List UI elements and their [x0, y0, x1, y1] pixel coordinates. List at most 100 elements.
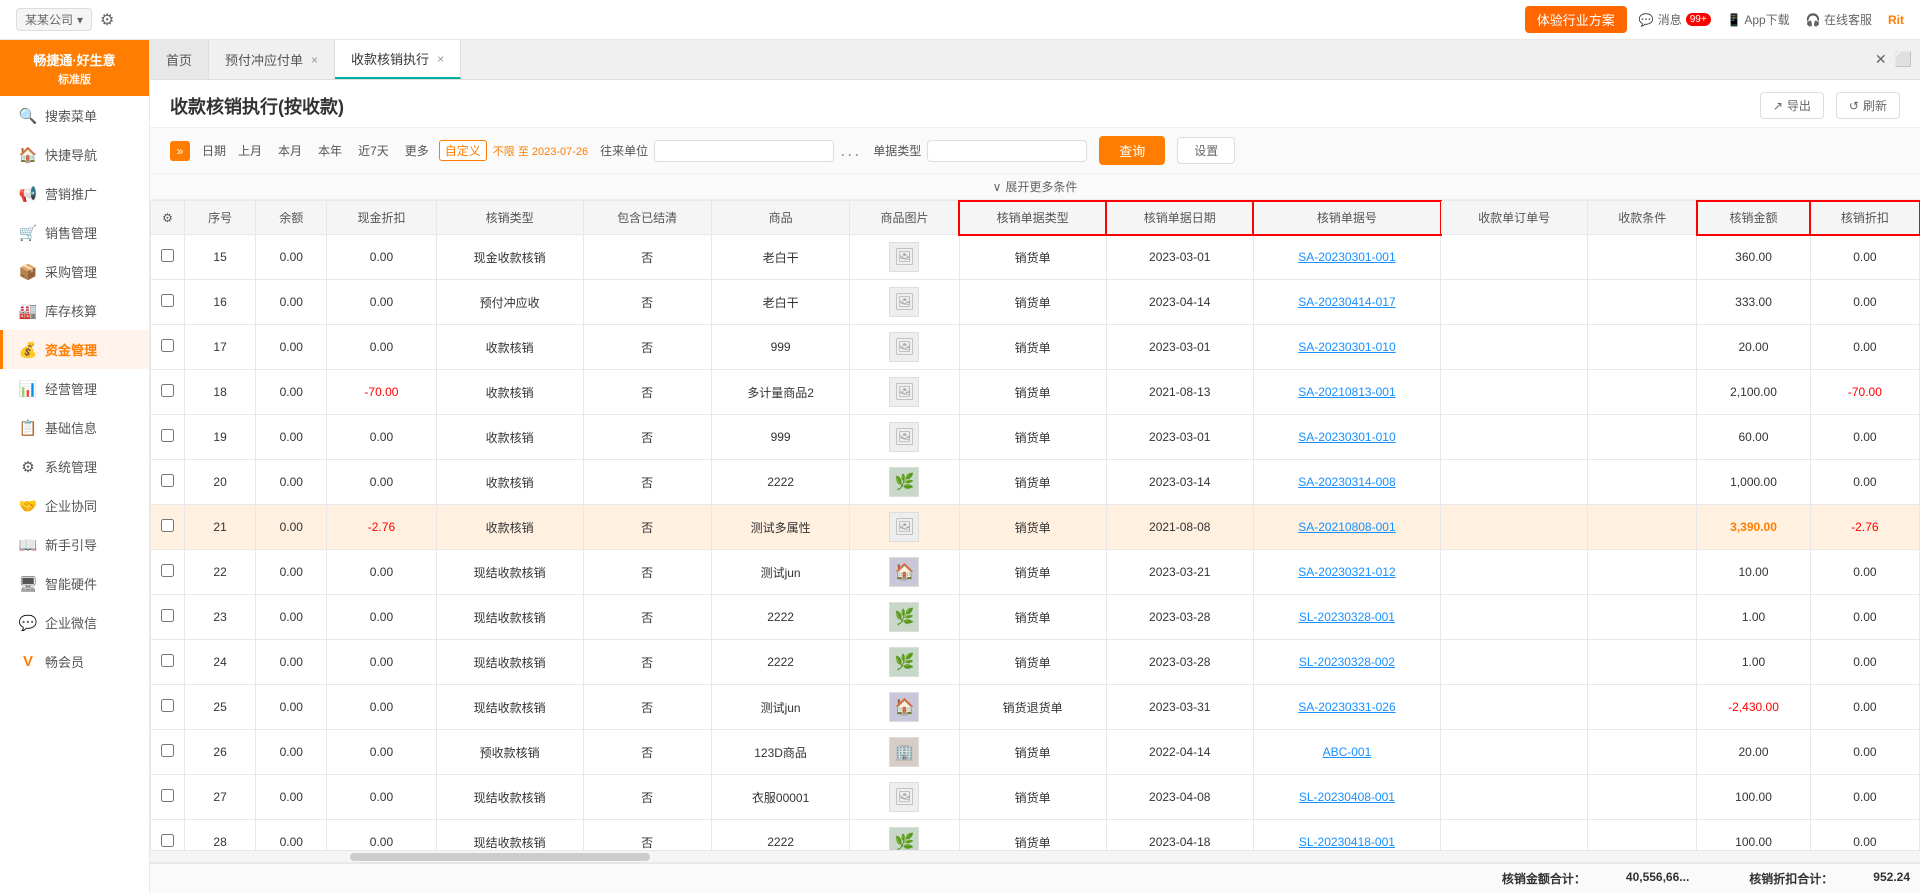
settings-icon[interactable]: ⚙ [100, 10, 1517, 30]
cell-checkbox[interactable] [151, 640, 185, 685]
query-button[interactable]: 查询 [1099, 136, 1165, 165]
company-selector[interactable]: 某某公司 ▾ [16, 8, 92, 31]
cell-doc-no[interactable]: SL-20230418-001 [1253, 820, 1440, 851]
partner-input[interactable] [654, 140, 834, 162]
cell-checkbox[interactable] [151, 685, 185, 730]
cell-doc-no[interactable]: SL-20230408-001 [1253, 775, 1440, 820]
cell-doc-no[interactable]: SA-20230414-017 [1253, 280, 1440, 325]
doc-no-link[interactable]: SA-20230414-017 [1298, 295, 1395, 309]
cell-product: 999 [711, 325, 850, 370]
doc-no-link[interactable]: SA-20230301-010 [1298, 340, 1395, 354]
cell-checkbox[interactable] [151, 370, 185, 415]
sidebar-item-wechat[interactable]: 💬 企业微信 [0, 603, 149, 642]
doc-no-link[interactable]: SA-20230321-012 [1298, 565, 1395, 579]
doc-no-link[interactable]: SA-20230331-026 [1298, 700, 1395, 714]
sidebar-item-guide[interactable]: 📖 新手引导 [0, 525, 149, 564]
sidebar-label-nav: 快捷导航 [45, 145, 97, 164]
sidebar-item-marketing[interactable]: 📢 营销推广 [0, 174, 149, 213]
cell-doc-no[interactable]: SL-20230328-001 [1253, 595, 1440, 640]
sidebar-item-hardware[interactable]: 🖥 智能硬件 [0, 564, 149, 603]
date-custom[interactable]: 自定义 [439, 140, 487, 161]
sidebar-item-collab[interactable]: 🤝 企业协同 [0, 486, 149, 525]
sidebar-item-nav[interactable]: 🏠 快捷导航 [0, 135, 149, 174]
sidebar-item-finance[interactable]: 💰 资金管理 [0, 330, 149, 369]
cell-receipt-order [1441, 820, 1588, 851]
sidebar-item-sales[interactable]: 🛒 销售管理 [0, 213, 149, 252]
cell-doc-no[interactable]: SA-20210808-001 [1253, 505, 1440, 550]
sidebar-item-search[interactable]: 🔍 搜索菜单 [0, 96, 149, 135]
sidebar-item-purchase[interactable]: 📦 采购管理 [0, 252, 149, 291]
doc-no-link[interactable]: ABC-001 [1323, 745, 1372, 759]
inventory-icon: 🏭 [19, 302, 37, 320]
sidebar-item-operations[interactable]: 📊 经营管理 [0, 369, 149, 408]
cell-checkbox[interactable] [151, 820, 185, 851]
sidebar-item-base-info[interactable]: 📋 基础信息 [0, 408, 149, 447]
tab-prepayment-close[interactable]: × [311, 53, 318, 67]
user-name[interactable]: Rit [1888, 13, 1904, 27]
doc-no-link[interactable]: SA-20230301-001 [1298, 250, 1395, 264]
solution-button[interactable]: 体验行业方案 [1525, 6, 1627, 33]
cell-doc-type: 销货单 [959, 595, 1106, 640]
doc-no-link[interactable]: SL-20230418-001 [1299, 835, 1395, 849]
tab-home[interactable]: 首页 [150, 40, 209, 79]
cell-doc-no[interactable]: ABC-001 [1253, 730, 1440, 775]
cell-checkbox[interactable] [151, 460, 185, 505]
sidebar-item-inventory[interactable]: 🏭 库存核算 [0, 291, 149, 330]
cell-amount: 333.00 [1697, 280, 1810, 325]
doc-no-link[interactable]: SA-20230301-010 [1298, 430, 1395, 444]
tab-receipt[interactable]: 收款核销执行 × [335, 40, 461, 79]
cell-doc-no[interactable]: SA-20230314-008 [1253, 460, 1440, 505]
horizontal-scrollbar[interactable] [150, 850, 1920, 862]
sidebar-label-guide: 新手引导 [45, 535, 97, 554]
cell-doc-no[interactable]: SA-20210813-001 [1253, 370, 1440, 415]
date-7days[interactable]: 近7天 [352, 140, 395, 161]
cell-doc-no[interactable]: SA-20230331-026 [1253, 685, 1440, 730]
doc-no-link[interactable]: SL-20230328-002 [1299, 655, 1395, 669]
expand-button[interactable]: » [170, 141, 190, 161]
notification-area[interactable]: 💬 消息 99+ [1639, 11, 1711, 28]
cell-settled: 否 [583, 415, 711, 460]
table-container[interactable]: ⚙ 序号 余额 现金折扣 核销类型 包含已结清 商品 商品图片 核销单据类型 核… [150, 200, 1920, 850]
doc-no-link[interactable]: SL-20230328-001 [1299, 610, 1395, 624]
cell-checkbox[interactable] [151, 505, 185, 550]
cell-checkbox[interactable] [151, 325, 185, 370]
doc-no-link[interactable]: SL-20230408-001 [1299, 790, 1395, 804]
export-button[interactable]: ↗ 导出 [1760, 92, 1824, 119]
maximize-btn[interactable]: ⬜ [1895, 51, 1912, 68]
col-header-gear[interactable]: ⚙ [151, 201, 185, 235]
cell-type: 预收款核销 [436, 730, 583, 775]
doctype-select[interactable] [927, 140, 1087, 162]
online-service[interactable]: 🎧 在线客服 [1806, 11, 1872, 28]
cell-checkbox[interactable] [151, 730, 185, 775]
date-more[interactable]: 更多 [399, 140, 435, 161]
cell-checkbox[interactable] [151, 235, 185, 280]
doc-no-link[interactable]: SA-20210813-001 [1298, 385, 1395, 399]
cell-checkbox[interactable] [151, 550, 185, 595]
cell-doc-no[interactable]: SA-20230301-010 [1253, 325, 1440, 370]
cell-doc-no[interactable]: SA-20230301-010 [1253, 415, 1440, 460]
tab-receipt-close[interactable]: × [437, 52, 444, 66]
close-window-btn[interactable]: ✕ [1875, 51, 1887, 68]
sidebar-item-member[interactable]: V 畅会员 [0, 642, 149, 681]
cell-checkbox[interactable] [151, 280, 185, 325]
table-settings-button[interactable]: 设置 [1177, 137, 1235, 164]
date-this-month[interactable]: 本月 [272, 140, 308, 161]
app-download[interactable]: 📱 App下载 [1727, 11, 1790, 28]
expand-more-button[interactable]: ∨ 展开更多条件 [993, 178, 1078, 195]
cell-checkbox[interactable] [151, 415, 185, 460]
scrollbar-thumb[interactable] [350, 853, 650, 861]
cell-doc-no[interactable]: SL-20230328-002 [1253, 640, 1440, 685]
refresh-button[interactable]: ↺ 刷新 [1836, 92, 1900, 119]
date-this-year[interactable]: 本年 [312, 140, 348, 161]
doc-no-link[interactable]: SA-20210808-001 [1298, 520, 1395, 534]
cell-product-img: 🏠 [850, 550, 959, 595]
doc-no-link[interactable]: SA-20230314-008 [1298, 475, 1395, 489]
date-last-month[interactable]: 上月 [232, 140, 268, 161]
cell-checkbox[interactable] [151, 595, 185, 640]
tab-prepayment[interactable]: 预付冲应付单 × [209, 40, 335, 79]
cell-doc-date: 2023-03-28 [1106, 640, 1253, 685]
cell-doc-no[interactable]: SA-20230301-001 [1253, 235, 1440, 280]
sidebar-item-system[interactable]: ⚙ 系统管理 [0, 447, 149, 486]
cell-checkbox[interactable] [151, 775, 185, 820]
cell-doc-no[interactable]: SA-20230321-012 [1253, 550, 1440, 595]
